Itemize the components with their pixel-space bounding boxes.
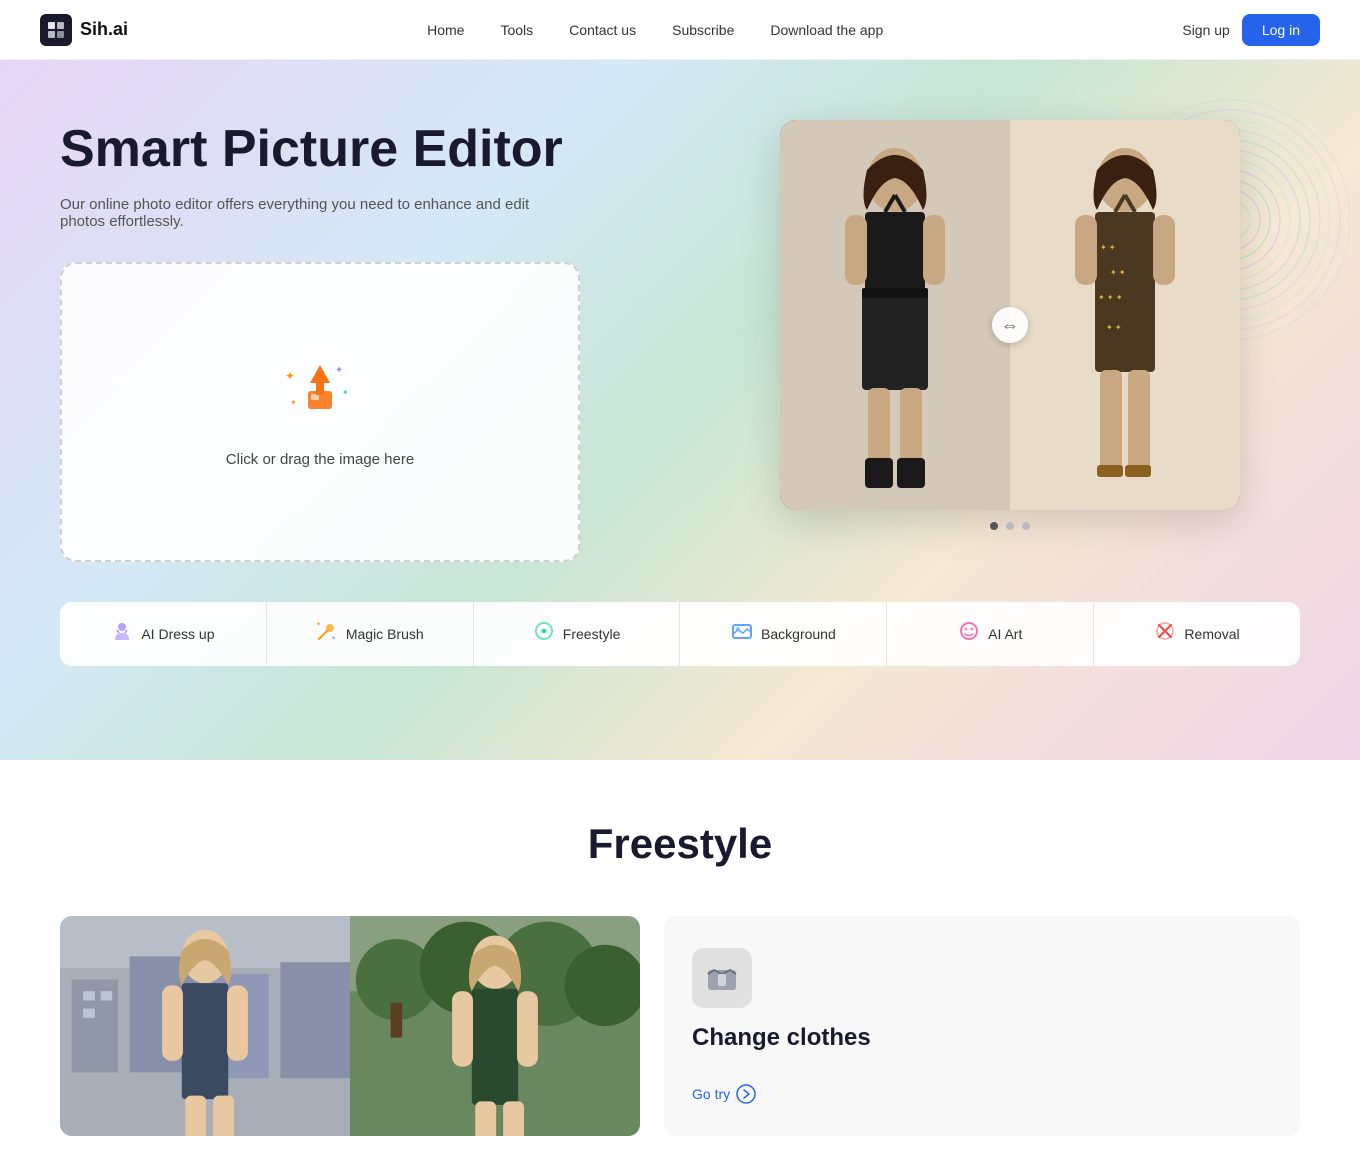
carousel-dot-2[interactable] [1006, 522, 1014, 530]
magic-brush-icon: ✦ ✦ [316, 620, 338, 648]
ai-art-icon [958, 620, 980, 648]
carousel-dot-3[interactable] [1022, 522, 1030, 530]
svg-text:✦ ✦ ✦: ✦ ✦ ✦ [1098, 293, 1123, 302]
comparison-container: ✦ ✦ ✦ ✦ ✦ ✦ ✦ ✦ ✦ [780, 120, 1240, 510]
freestyle-images [60, 916, 640, 1136]
svg-text:✦: ✦ [342, 388, 349, 397]
nav-home[interactable]: Home [427, 22, 464, 38]
brand-name: Sih.ai [80, 19, 128, 40]
freestyle-image-1 [60, 916, 350, 1136]
freestyle-info-card: Change clothes Go try [664, 916, 1300, 1136]
logo-link[interactable]: Sih.ai [40, 14, 128, 46]
go-try-link[interactable]: Go try [692, 1084, 1272, 1104]
ai-dress-up-icon [111, 620, 133, 648]
nav-subscribe[interactable]: Subscribe [672, 22, 734, 38]
nav-contact[interactable]: Contact us [569, 22, 636, 38]
nav-tools[interactable]: Tools [500, 22, 533, 38]
tool-freestyle-label: Freestyle [563, 626, 621, 642]
svg-text:✦: ✦ [285, 369, 295, 383]
tool-ai-dress-up-label: AI Dress up [141, 626, 214, 642]
nav-download[interactable]: Download the app [770, 22, 883, 38]
freestyle-title: Freestyle [60, 820, 1300, 868]
svg-text:✦ ✦: ✦ ✦ [1110, 268, 1126, 277]
go-try-label: Go try [692, 1086, 730, 1102]
freestyle-grid: Change clothes Go try [60, 916, 1300, 1136]
carousel-dots [780, 522, 1240, 530]
navbar: Sih.ai Home Tools Contact us Subscribe D… [0, 0, 1360, 60]
tool-removal-label: Removal [1184, 626, 1239, 642]
tool-ai-dress-up[interactable]: AI Dress up [60, 602, 267, 666]
comparison-divider[interactable]: ⇔ [992, 307, 1028, 343]
tool-removal[interactable]: Removal [1094, 602, 1300, 666]
hero-content: Smart Picture Editor Our online photo ed… [60, 120, 1300, 562]
hero-right: ✦ ✦ ✦ ✦ ✦ ✦ ✦ ✦ ✦ [780, 120, 1240, 530]
background-icon [731, 620, 753, 648]
hero-subtitle: Our online photo editor offers everythin… [60, 196, 540, 230]
freestyle-section: Freestyle [0, 760, 1360, 1176]
upload-prompt: Click or drag the image here [226, 451, 414, 468]
tool-magic-brush-label: Magic Brush [346, 626, 424, 642]
change-clothes-icon [692, 948, 752, 1008]
log-in-button[interactable]: Log in [1242, 14, 1320, 46]
logo-icon [40, 14, 72, 46]
comparison-right-image: ✦ ✦ ✦ ✦ ✦ ✦ ✦ ✦ ✦ [1010, 120, 1240, 510]
nav-actions: Sign up Log in [1182, 14, 1320, 46]
svg-text:✦ ✦: ✦ ✦ [1106, 323, 1122, 332]
svg-text:✦: ✦ [316, 621, 321, 628]
change-clothes-title: Change clothes [692, 1024, 1272, 1052]
freestyle-image-2 [350, 916, 640, 1136]
tool-magic-brush[interactable]: ✦ ✦ Magic Brush [267, 602, 474, 666]
svg-text:✦ ✦: ✦ ✦ [1100, 243, 1116, 252]
removal-icon [1154, 620, 1176, 648]
tool-ai-art[interactable]: AI Art [887, 602, 1094, 666]
tool-background-label: Background [761, 626, 836, 642]
comparison-left-image [780, 120, 1010, 510]
tool-background[interactable]: Background [680, 602, 887, 666]
upload-icon: ✦ ✦ ✦ ✦ [280, 355, 360, 435]
freestyle-icon [533, 620, 555, 648]
carousel-dot-1[interactable] [990, 522, 998, 530]
svg-text:✦: ✦ [331, 635, 336, 642]
hero-section: // We'll do this in CSS/SVG inline [0, 60, 1360, 760]
tool-bar: AI Dress up ✦ ✦ Magic Brush F [60, 602, 1300, 666]
svg-text:✦: ✦ [290, 398, 297, 407]
upload-box[interactable]: ✦ ✦ ✦ ✦ Click or drag the image here [60, 262, 580, 562]
go-try-arrow-icon [736, 1084, 756, 1104]
tool-ai-art-label: AI Art [988, 626, 1022, 642]
nav-links: Home Tools Contact us Subscribe Download… [427, 22, 883, 38]
svg-text:✦: ✦ [335, 365, 343, 376]
hero-title: Smart Picture Editor [60, 120, 580, 180]
sign-up-button[interactable]: Sign up [1182, 22, 1229, 38]
tool-freestyle[interactable]: Freestyle [474, 602, 681, 666]
hero-left: Smart Picture Editor Our online photo ed… [60, 120, 580, 562]
